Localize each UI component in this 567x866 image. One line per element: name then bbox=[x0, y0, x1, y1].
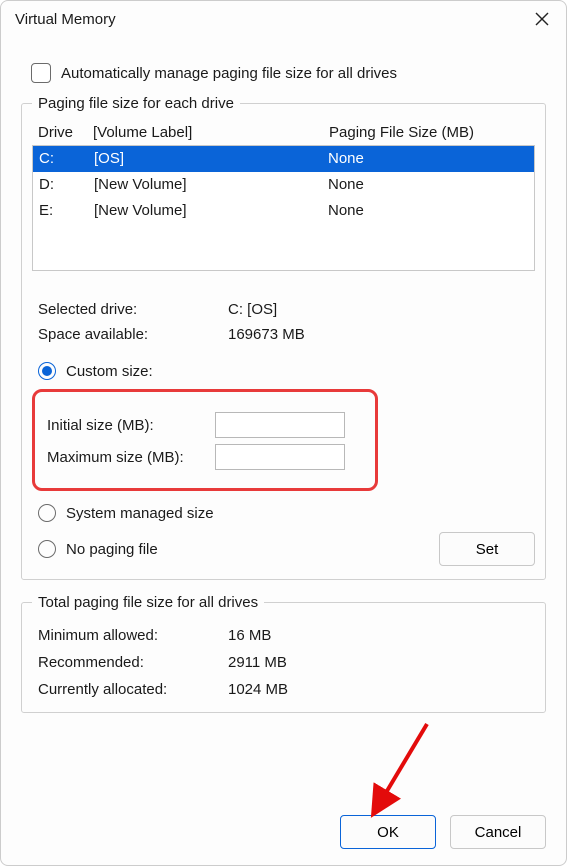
window-title: Virtual Memory bbox=[15, 11, 116, 28]
dialog-footer: OK Cancel bbox=[1, 809, 566, 865]
ok-button[interactable]: OK bbox=[340, 815, 436, 849]
drive-list-header: Drive [Volume Label] Paging File Size (M… bbox=[32, 122, 535, 145]
header-drive: Drive bbox=[38, 124, 93, 141]
auto-manage-label: Automatically manage paging file size fo… bbox=[61, 65, 397, 82]
selected-drive-value: C: [OS] bbox=[228, 301, 529, 318]
radio-custom-indicator[interactable] bbox=[38, 362, 56, 380]
radio-custom-label: Custom size: bbox=[66, 363, 153, 380]
drive-row-e[interactable]: E: [New Volume] None bbox=[33, 198, 534, 224]
selected-drive-label: Selected drive: bbox=[38, 301, 228, 318]
recommended-label: Recommended: bbox=[38, 654, 228, 671]
min-allowed-label: Minimum allowed: bbox=[38, 627, 228, 644]
initial-size-input[interactable] bbox=[215, 412, 345, 438]
drive-row-c[interactable]: C: [OS] None bbox=[33, 146, 534, 172]
radio-none-label: No paging file bbox=[66, 541, 158, 558]
close-icon bbox=[535, 12, 549, 26]
header-volume: [Volume Label] bbox=[93, 124, 329, 141]
recommended-value: 2911 MB bbox=[228, 654, 529, 671]
min-allowed-value: 16 MB bbox=[228, 627, 529, 644]
paging-per-drive-legend: Paging file size for each drive bbox=[32, 95, 240, 112]
radio-custom-size[interactable]: Custom size: bbox=[38, 357, 529, 385]
radio-none-indicator[interactable] bbox=[38, 540, 56, 558]
drive-row-d[interactable]: D: [New Volume] None bbox=[33, 172, 534, 198]
radio-system-managed[interactable]: System managed size bbox=[38, 499, 529, 527]
maximum-size-label: Maximum size (MB): bbox=[47, 449, 207, 466]
virtual-memory-dialog: Virtual Memory Automatically manage pagi… bbox=[0, 0, 567, 866]
titlebar: Virtual Memory bbox=[1, 1, 566, 35]
initial-size-label: Initial size (MB): bbox=[47, 417, 207, 434]
close-button[interactable] bbox=[532, 9, 552, 29]
radio-system-indicator[interactable] bbox=[38, 504, 56, 522]
paging-per-drive-group: Paging file size for each drive Drive [V… bbox=[21, 95, 546, 580]
space-available-value: 169673 MB bbox=[228, 326, 529, 343]
header-size: Paging File Size (MB) bbox=[329, 124, 529, 141]
auto-manage-row[interactable]: Automatically manage paging file size fo… bbox=[31, 63, 546, 83]
current-allocated-label: Currently allocated: bbox=[38, 681, 228, 698]
annotation-size-highlight: Initial size (MB): Maximum size (MB): bbox=[32, 389, 378, 491]
drive-list[interactable]: C: [OS] None D: [New Volume] None E: [Ne… bbox=[32, 145, 535, 271]
selected-drive-info: Selected drive: C: [OS] Space available:… bbox=[38, 301, 529, 343]
radio-no-paging[interactable]: No paging file bbox=[38, 535, 158, 563]
auto-manage-checkbox[interactable] bbox=[31, 63, 51, 83]
radio-system-label: System managed size bbox=[66, 505, 214, 522]
totals-legend: Total paging file size for all drives bbox=[32, 594, 264, 611]
current-allocated-value: 1024 MB bbox=[228, 681, 529, 698]
space-available-label: Space available: bbox=[38, 326, 228, 343]
totals-group: Total paging file size for all drives Mi… bbox=[21, 594, 546, 713]
maximum-size-input[interactable] bbox=[215, 444, 345, 470]
set-button[interactable]: Set bbox=[439, 532, 535, 566]
cancel-button[interactable]: Cancel bbox=[450, 815, 546, 849]
